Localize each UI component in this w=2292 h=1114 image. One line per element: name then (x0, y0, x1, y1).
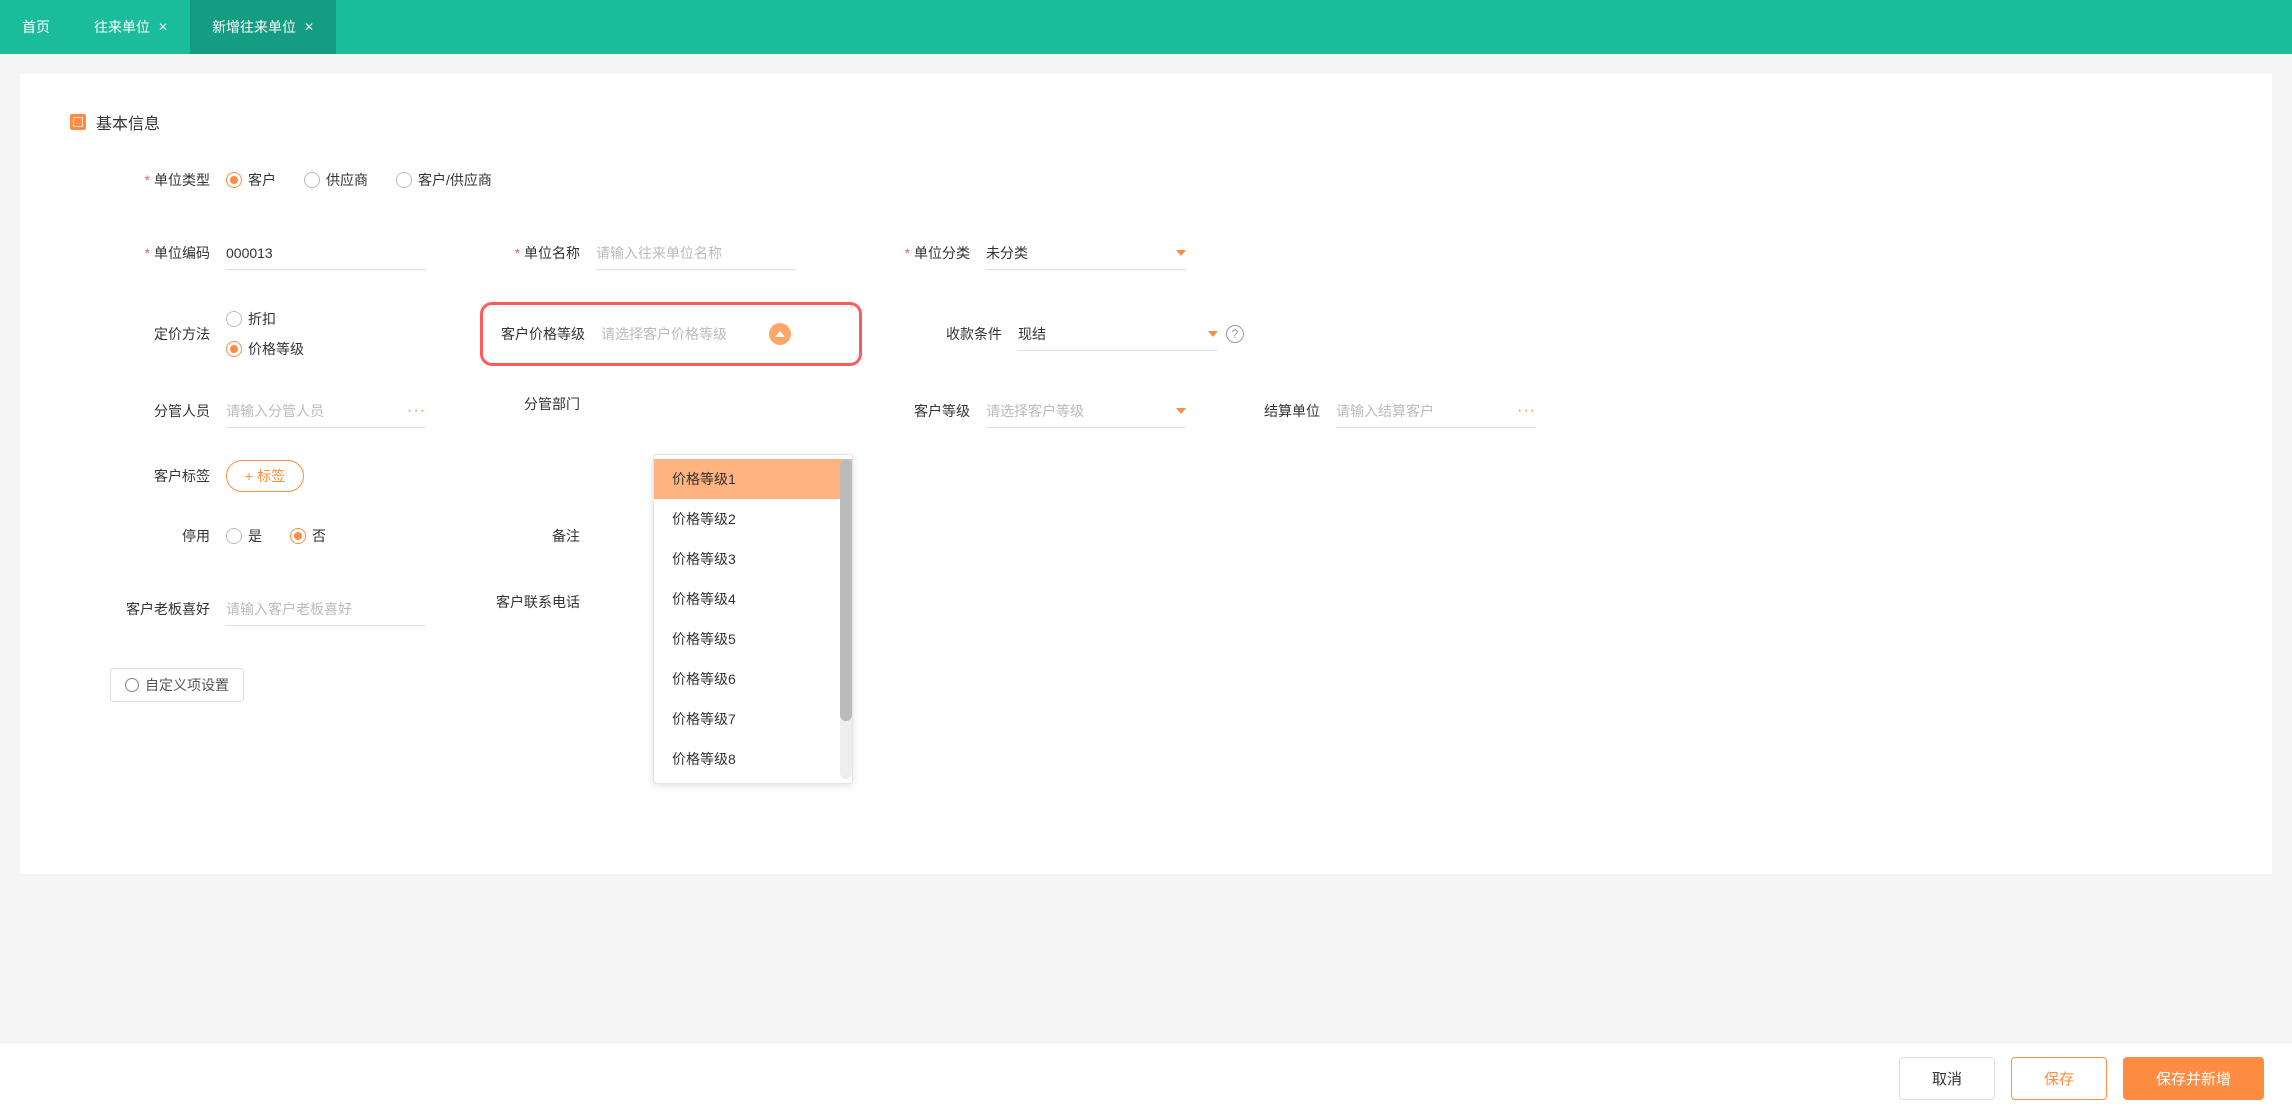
chevron-up-icon (769, 323, 791, 345)
radio-label: 是 (248, 526, 262, 546)
radio-customer[interactable]: 客户 (226, 170, 276, 190)
label-manager: 分管人员 (110, 401, 210, 421)
select-price-level[interactable]: 请选择客户价格等级 (601, 317, 791, 351)
label-contact-phone: 客户联系电话 (480, 592, 580, 612)
tab-label: 往来单位 (94, 17, 150, 37)
gear-icon (125, 678, 139, 692)
dropdown-option[interactable]: 价格等级6 (654, 659, 852, 699)
radio-supplier[interactable]: 供应商 (304, 170, 368, 190)
add-tag-button[interactable]: + 标签 (226, 460, 304, 492)
footer-actions: 取消 保存 保存并新增 (0, 1042, 2292, 1114)
price-level-dropdown: 价格等级1 价格等级2 价格等级3 价格等级4 价格等级5 价格等级6 价格等级… (653, 454, 853, 784)
radio-no[interactable]: 否 (290, 526, 326, 546)
dropdown-option[interactable]: 价格等级3 (654, 539, 852, 579)
radio-icon (226, 341, 242, 357)
radio-label: 客户 (248, 170, 276, 190)
select-value: 现结 (1018, 324, 1046, 344)
dropdown-option[interactable]: 价格等级5 (654, 619, 852, 659)
label-settlement-unit: 结算单位 (1240, 401, 1320, 421)
label-department: 分管部门 (480, 394, 580, 414)
page-content: 基本信息 *单位类型 客户 供应商 客户/供应商 (20, 74, 2272, 874)
label-price-level: 客户价格等级 (501, 324, 585, 344)
label-customer-tag: 客户标签 (110, 466, 210, 486)
custom-settings-label: 自定义项设置 (145, 675, 229, 695)
select-placeholder: 请选择客户价格等级 (601, 324, 727, 344)
label-unit-category: *单位分类 (870, 243, 970, 263)
tab-label: 首页 (22, 17, 50, 37)
select-value: 未分类 (986, 243, 1028, 263)
input-settlement-unit[interactable]: ··· (1336, 394, 1536, 428)
help-icon[interactable]: ? (1226, 325, 1244, 343)
select-customer-level[interactable]: 请选择客户等级 (986, 394, 1186, 428)
label-unit-code: *单位编码 (110, 243, 210, 263)
chevron-down-icon (1176, 408, 1186, 414)
radio-discount[interactable]: 折扣 (226, 309, 304, 329)
tab-new-unit[interactable]: 新增往来单位 ✕ (190, 0, 336, 54)
tabs-bar: 首页 往来单位 ✕ 新增往来单位 ✕ (0, 0, 2292, 54)
radio-price-level[interactable]: 价格等级 (226, 339, 304, 359)
select-placeholder: 请选择客户等级 (986, 401, 1084, 421)
radio-icon (226, 311, 242, 327)
label-boss-preference: 客户老板喜好 (110, 599, 210, 619)
section-title-text: 基本信息 (96, 110, 160, 134)
input-unit-name[interactable] (596, 236, 796, 270)
label-customer-level: 客户等级 (870, 401, 970, 421)
more-icon[interactable]: ··· (407, 402, 426, 420)
chevron-down-icon (1208, 331, 1218, 337)
input-boss-preference[interactable] (226, 592, 426, 626)
tab-label: 新增往来单位 (212, 17, 296, 37)
price-level-highlight: 客户价格等级 请选择客户价格等级 (480, 302, 862, 366)
input-unit-code[interactable] (226, 236, 426, 270)
radio-icon (304, 172, 320, 188)
radio-icon (396, 172, 412, 188)
form: *单位类型 客户 供应商 客户/供应商 (110, 170, 2222, 702)
radio-both[interactable]: 客户/供应商 (396, 170, 492, 190)
dropdown-option[interactable]: 价格等级7 (654, 699, 852, 739)
custom-settings-button[interactable]: 自定义项设置 (110, 668, 244, 702)
label-unit-type: *单位类型 (110, 170, 210, 190)
section-icon (70, 114, 86, 130)
dropdown-option[interactable]: 价格等级2 (654, 499, 852, 539)
dropdown-option[interactable]: 价格等级4 (654, 579, 852, 619)
tab-units[interactable]: 往来单位 ✕ (72, 0, 190, 54)
dropdown-option[interactable]: 价格等级1 (654, 459, 852, 499)
radio-yes[interactable]: 是 (226, 526, 262, 546)
radio-label: 客户/供应商 (418, 170, 492, 190)
radio-icon (226, 172, 242, 188)
more-icon[interactable]: ··· (1517, 402, 1536, 420)
select-unit-category[interactable]: 未分类 (986, 236, 1186, 270)
label-payment-condition: 收款条件 (902, 324, 1002, 344)
cancel-button[interactable]: 取消 (1899, 1057, 1995, 1100)
radio-icon (226, 528, 242, 544)
save-new-button[interactable]: 保存并新增 (2123, 1057, 2264, 1100)
radio-icon (290, 528, 306, 544)
close-icon[interactable]: ✕ (304, 20, 314, 34)
tab-home[interactable]: 首页 (0, 0, 72, 54)
radio-label: 否 (312, 526, 326, 546)
dropdown-option[interactable]: 价格等级8 (654, 739, 852, 779)
radio-label: 价格等级 (248, 339, 304, 359)
label-remark: 备注 (480, 526, 580, 546)
close-icon[interactable]: ✕ (158, 20, 168, 34)
radio-label: 供应商 (326, 170, 368, 190)
input-manager[interactable]: ··· (226, 394, 426, 428)
section-title: 基本信息 (70, 110, 2222, 134)
save-button[interactable]: 保存 (2011, 1057, 2107, 1100)
plus-icon: + (245, 468, 253, 484)
scrollbar[interactable] (840, 459, 852, 779)
label-disabled: 停用 (110, 526, 210, 546)
chevron-down-icon (1176, 250, 1186, 256)
select-payment-condition[interactable]: 现结 (1018, 317, 1218, 351)
radio-label: 折扣 (248, 309, 276, 329)
label-pricing-method: 定价方法 (110, 324, 210, 344)
label-unit-name: *单位名称 (480, 243, 580, 263)
tag-button-label: 标签 (257, 466, 285, 486)
